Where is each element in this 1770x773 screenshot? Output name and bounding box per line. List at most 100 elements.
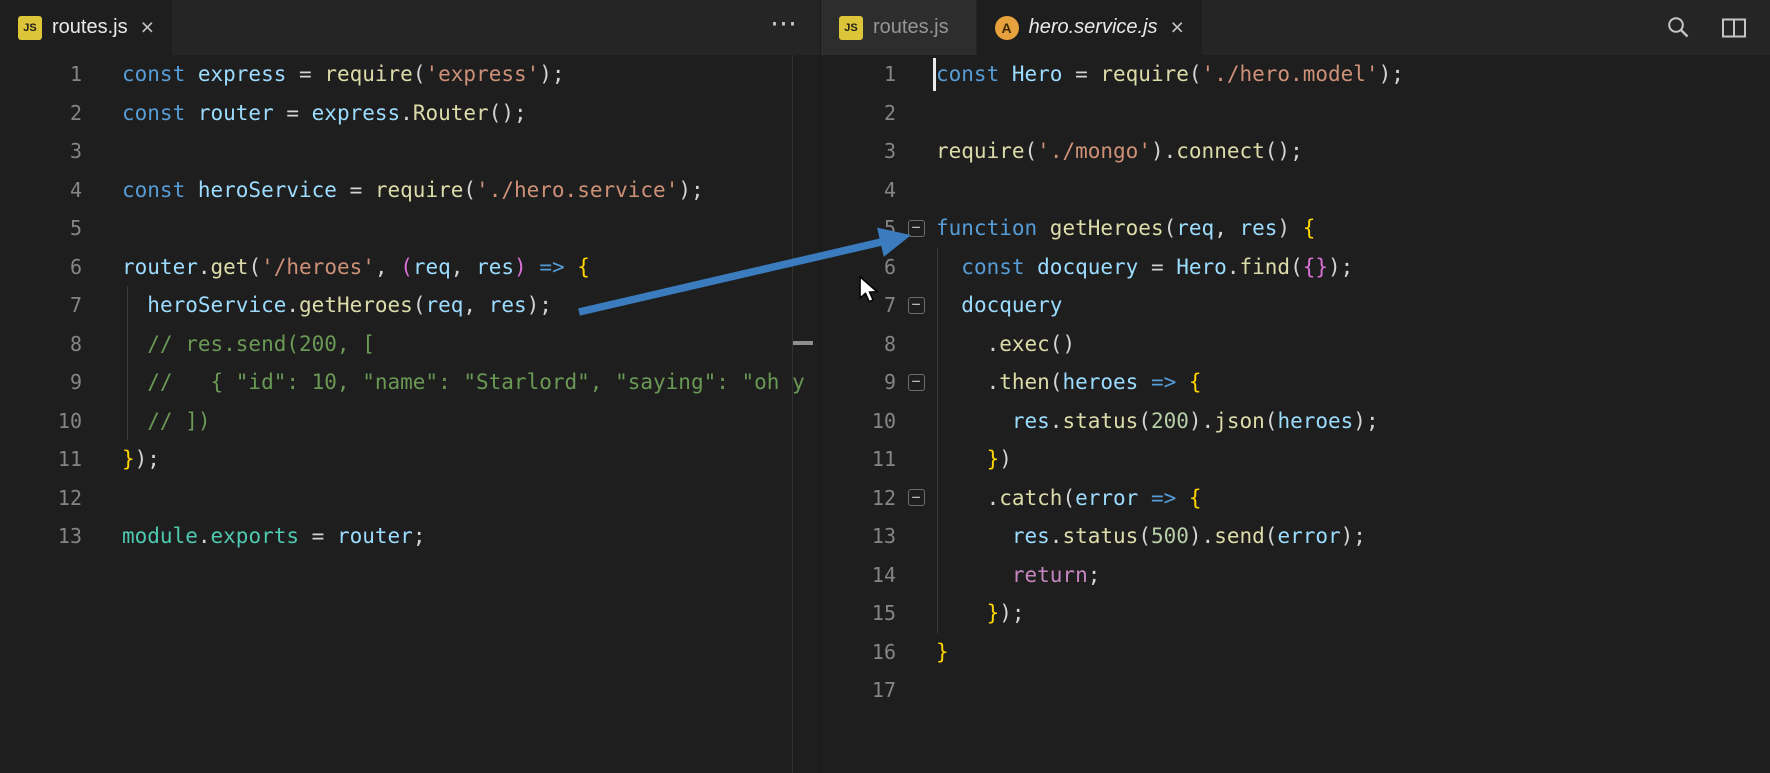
code-text: // { "id": 10, "name": "Starlord", "sayi… <box>122 370 805 394</box>
right-code-area[interactable]: 1 const Hero = require('./hero.model'); 2 3… <box>821 55 1770 773</box>
fold-collapse-icon[interactable]: − <box>896 220 936 237</box>
code-line[interactable]: 8 .exec() <box>821 325 1770 364</box>
editor-window: JSroutes.js×⋯ 1const express = require('… <box>0 0 1770 773</box>
line-number: 2 <box>821 101 896 125</box>
code-line[interactable]: 8 // res.send(200, [ <box>0 325 820 364</box>
code-line[interactable]: 3 <box>0 132 820 171</box>
line-number: 5 <box>821 216 896 240</box>
fold-collapse-icon[interactable]: − <box>896 489 936 506</box>
line-number: 8 <box>821 332 896 356</box>
indent-guide <box>937 248 938 633</box>
line-number: 14 <box>821 563 896 587</box>
scrollbar-thumb[interactable] <box>793 341 813 345</box>
code-text: }); <box>122 447 160 471</box>
line-number: 1 <box>821 62 896 86</box>
code-line[interactable]: 5 <box>0 209 820 248</box>
line-number: 4 <box>0 178 82 202</box>
tab-hero-service-js[interactable]: Ahero.service.js× <box>977 0 1203 55</box>
line-number: 5 <box>0 216 82 240</box>
tab-routes-js[interactable]: JS routes.js × <box>0 0 173 55</box>
code-line[interactable]: 12 <box>0 479 820 518</box>
tab-label: routes.js <box>52 16 128 39</box>
code-line[interactable]: 1 const Hero = require('./hero.model'); <box>821 55 1770 94</box>
code-line[interactable]: 5−function getHeroes(req, res) { <box>821 209 1770 248</box>
left-tab-bar: JS routes.js × ⋯ <box>0 0 820 55</box>
line-number: 7 <box>0 293 82 317</box>
code-line[interactable]: 11}); <box>0 440 820 479</box>
code-text: // ]) <box>122 409 211 433</box>
code-line[interactable]: 12− .catch(error => { <box>821 479 1770 518</box>
code-line[interactable]: 15 }); <box>821 594 1770 633</box>
code-text: require('./mongo').connect(); <box>936 139 1303 163</box>
code-line[interactable]: 11 }) <box>821 440 1770 479</box>
close-icon[interactable]: × <box>139 16 156 39</box>
line-number: 10 <box>821 409 896 433</box>
code-line[interactable]: 10 res.status(200).json(heroes); <box>821 402 1770 441</box>
code-text: const heroService = require('./hero.serv… <box>122 178 704 202</box>
code-text: module.exports = router; <box>122 524 425 548</box>
fold-collapse-icon[interactable]: − <box>896 374 936 391</box>
line-number: 1 <box>0 62 82 86</box>
line-number: 3 <box>821 139 896 163</box>
line-number: 7 <box>821 293 896 317</box>
code-text: }); <box>936 601 1025 625</box>
line-number: 9 <box>821 370 896 394</box>
code-line[interactable]: 2const router = express.Router(); <box>0 94 820 133</box>
code-text: } <box>936 640 949 664</box>
right-editor-group: JSroutes.jsAhero.service.js× <box>820 0 1770 773</box>
code-text: res.status(200).json(heroes); <box>936 409 1379 433</box>
code-line[interactable]: 14 return; <box>821 556 1770 595</box>
line-number: 16 <box>821 640 896 664</box>
js-file-icon: JS <box>18 16 42 40</box>
split-editor-icon[interactable] <box>1720 15 1748 41</box>
left-editor-group: JS routes.js × ⋯ 1 const express = require('… <box>0 0 820 773</box>
code-line[interactable]: 16} <box>821 633 1770 672</box>
code-line[interactable]: 9− .then(heroes => { <box>821 363 1770 402</box>
code-line[interactable]: 6 const docquery = Hero.find({}); <box>821 248 1770 287</box>
line-number: 11 <box>0 447 82 471</box>
code-text: return; <box>936 563 1100 587</box>
code-text: const express = require('express'); <box>122 62 565 86</box>
code-text: heroService.getHeroes(req, res); <box>122 293 552 317</box>
line-number: 13 <box>821 524 896 548</box>
line-number: 9 <box>0 370 82 394</box>
code-line[interactable]: 7 heroService.getHeroes(req, res); <box>0 286 820 325</box>
line-number: 6 <box>821 255 896 279</box>
fold-collapse-icon[interactable]: − <box>896 297 936 314</box>
code-line[interactable]: 6router.get('/heroes', (req, res) => { <box>0 248 820 287</box>
code-line[interactable]: 4 <box>821 171 1770 210</box>
editor-actions <box>1665 0 1770 55</box>
code-text: .catch(error => { <box>936 486 1202 510</box>
fold-minus-icon: − <box>908 489 925 506</box>
code-text: res.status(500).send(error); <box>936 524 1366 548</box>
code-line[interactable]: 1 const express = require('express'); <box>0 55 820 94</box>
more-actions-button[interactable]: ⋯ <box>770 8 820 47</box>
line-number: 11 <box>821 447 896 471</box>
code-text: const Hero = require('./hero.model'); <box>936 62 1404 86</box>
js-file-icon: JS <box>839 16 863 40</box>
code-text: function getHeroes(req, res) { <box>936 216 1315 240</box>
code-line[interactable]: 7− docquery <box>821 286 1770 325</box>
code-line[interactable]: 13 res.status(500).send(error); <box>821 517 1770 556</box>
search-icon[interactable] <box>1665 14 1692 41</box>
code-text: .then(heroes => { <box>936 370 1202 394</box>
line-number: 15 <box>821 601 896 625</box>
line-number: 13 <box>0 524 82 548</box>
scrollbar[interactable] <box>792 55 793 773</box>
tab-routes-js[interactable]: JSroutes.js <box>821 0 977 55</box>
line-number: 12 <box>0 486 82 510</box>
code-line[interactable]: 4 const heroService = require('./hero.ser… <box>0 171 820 210</box>
code-line[interactable]: 17 <box>821 671 1770 710</box>
code-text: router.get('/heroes', (req, res) => { <box>122 255 590 279</box>
code-line[interactable]: 9 // { "id": 10, "name": "Starlord", "sa… <box>0 363 820 402</box>
code-line[interactable]: 10 // ]) <box>0 402 820 441</box>
code-text: const router = express.Router(); <box>122 101 527 125</box>
code-line[interactable]: 2 <box>821 94 1770 133</box>
code-text: const docquery = Hero.find({}); <box>936 255 1353 279</box>
code-line[interactable]: 13 module.exports = router; <box>0 517 820 556</box>
close-icon[interactable]: × <box>1169 16 1186 39</box>
fold-minus-icon: − <box>908 297 925 314</box>
fold-minus-icon: − <box>908 220 925 237</box>
left-code-area[interactable]: 1 const express = require('express'); 2con… <box>0 55 820 773</box>
code-line[interactable]: 3 require('./mongo').connect(); <box>821 132 1770 171</box>
